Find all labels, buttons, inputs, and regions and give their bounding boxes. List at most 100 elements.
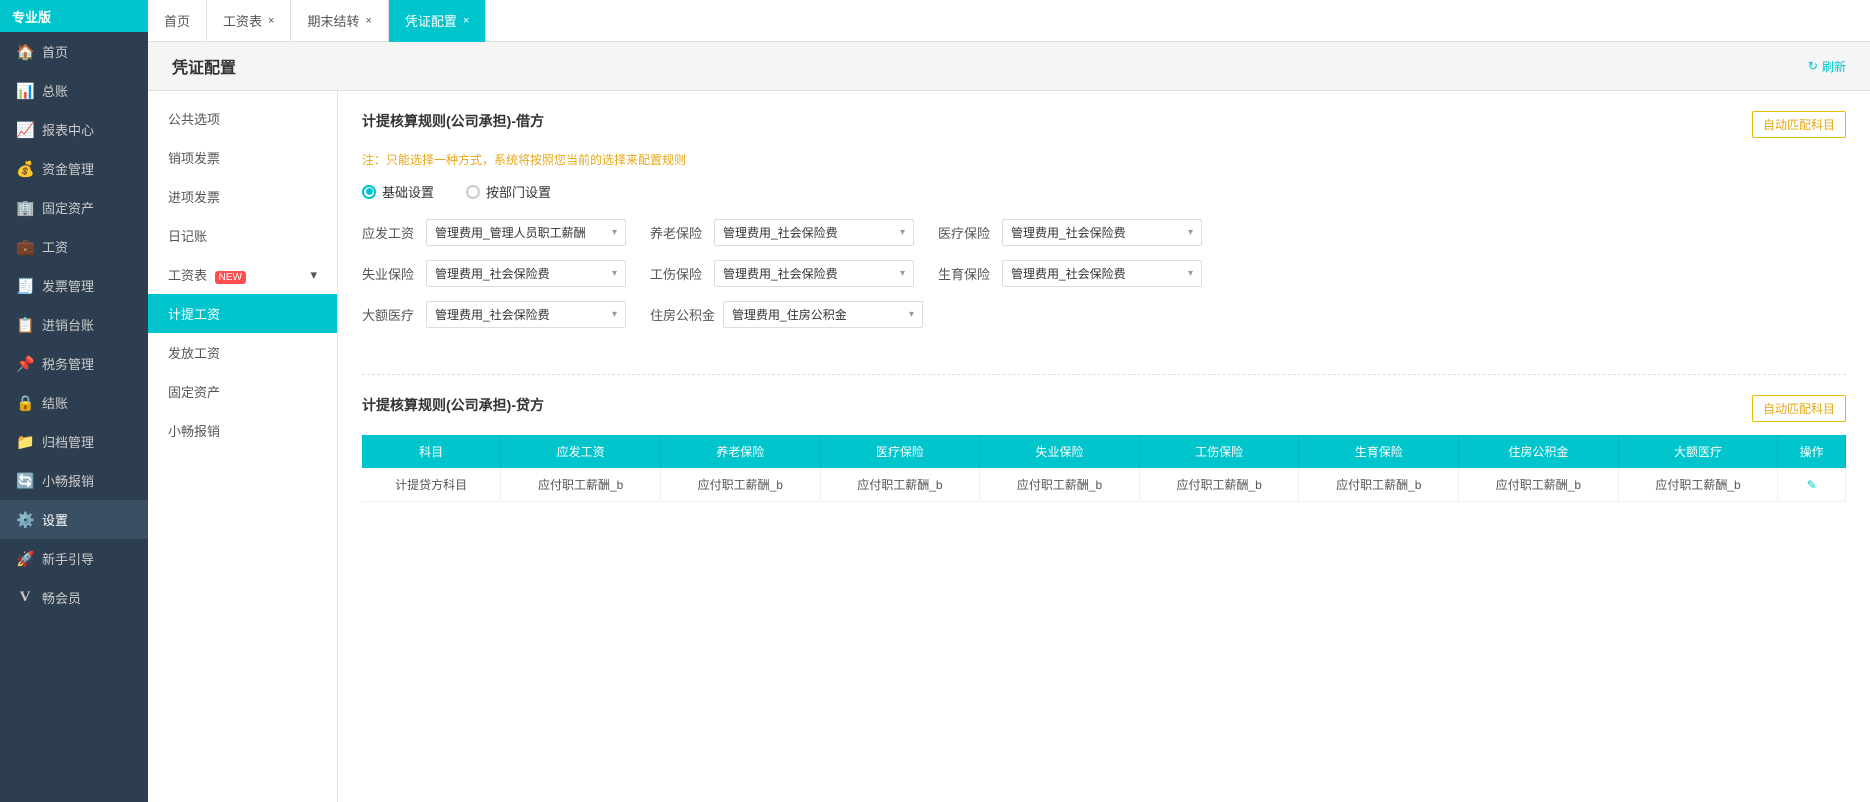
cell-yiliao: 应付职工薪酬_b [820,468,980,502]
form-row-2: 失业保险 管理费用_社会保险费 ▾ 工伤保险 管理费用_社会保险费 ▾ [362,260,1846,287]
label-yiliao: 医疗保险 [938,223,994,242]
left-nav-purchase-invoice[interactable]: 进项发票 [148,177,337,216]
credit-table: 科目 应发工资 养老保险 医疗保险 失业保险 工伤保险 生育保险 住房公积金 大… [362,435,1846,502]
chevron-icon: ▾ [1188,227,1193,238]
tab-payroll[interactable]: 工资表 × [207,0,291,42]
sidebar-item-settings[interactable]: ⚙️ 设置 [0,500,148,539]
label-dale: 大额医疗 [362,305,418,324]
col-header-dale: 大额医疗 [1618,435,1778,468]
chevron-icon: ▾ [900,268,905,279]
close-period-icon: 🔒 [16,394,34,412]
sidebar-item-archive[interactable]: 📁 归档管理 [0,422,148,461]
trade-icon: 📋 [16,316,34,334]
sidebar: 专业版 🏠 首页 📊 总账 📈 报表中心 💰 资金管理 🏢 固定资产 💼 工资 … [0,0,148,802]
left-nav: 公共选项 销项发票 进项发票 日记账 工资表 NEW ▾ [148,91,338,802]
close-tab-period[interactable]: × [365,15,371,27]
refresh-button[interactable]: ↻ 刷新 [1808,58,1846,75]
edit-icon[interactable]: ✎ [1807,478,1817,492]
chevron-down-icon: ▾ [310,267,317,283]
select-shiye[interactable]: 管理费用_社会保险费 ▾ [426,260,626,287]
reports-icon: 📈 [16,121,34,139]
close-tab-voucher[interactable]: × [463,15,469,27]
label-zhufang: 住房公积金 [650,305,715,324]
col-header-action: 操作 [1778,435,1846,468]
sidebar-item-guide[interactable]: 🚀 新手引导 [0,539,148,578]
sidebar-item-tax[interactable]: 📌 税务管理 [0,344,148,383]
field-shiye: 失业保险 管理费用_社会保险费 ▾ [362,260,626,287]
chevron-icon: ▾ [612,309,617,320]
sidebar-item-member[interactable]: V 畅会员 [0,578,148,617]
select-gongshang[interactable]: 管理费用_社会保险费 ▾ [714,260,914,287]
cell-action[interactable]: ✎ [1778,468,1846,502]
radio-department-circle[interactable] [466,185,480,199]
col-header-gongshang: 工伤保险 [1139,435,1299,468]
sidebar-item-xiaochange[interactable]: 🔄 小畅报销 [0,461,148,500]
field-yiliao: 医疗保险 管理费用_社会保险费 ▾ [938,219,1202,246]
field-zhufang: 住房公积金 管理费用_住房公积金 ▾ [650,301,923,328]
sidebar-item-reports[interactable]: 📈 报表中心 [0,110,148,149]
sidebar-item-salary[interactable]: 💼 工资 [0,227,148,266]
left-nav-payroll-table[interactable]: 工资表 NEW ▾ [148,255,337,294]
col-header-shengyu: 生育保险 [1299,435,1459,468]
field-dale: 大额医疗 管理费用_社会保险费 ▾ [362,301,626,328]
sidebar-item-assets[interactable]: 🏢 固定资产 [0,188,148,227]
col-header-zhufang: 住房公积金 [1459,435,1619,468]
col-header-shiye: 失业保险 [980,435,1140,468]
field-yanglao: 养老保险 管理费用_社会保险费 ▾ [650,219,914,246]
cell-gongshang: 应付职工薪酬_b [1139,468,1299,502]
tab-home[interactable]: 首页 [148,0,207,42]
select-dale[interactable]: 管理费用_社会保险费 ▾ [426,301,626,328]
field-gongshang: 工伤保险 管理费用_社会保险费 ▾ [650,260,914,287]
page-title: 凭证配置 [172,54,236,78]
left-nav-fixed-assets[interactable]: 固定资产 [148,372,337,411]
sidebar-item-funds[interactable]: 💰 资金管理 [0,149,148,188]
select-yiliao[interactable]: 管理费用_社会保险费 ▾ [1002,219,1202,246]
new-badge: NEW [215,271,246,284]
radio-basic-circle[interactable] [362,185,376,199]
tab-voucher[interactable]: 凭证配置 × [389,0,486,42]
settings-icon: ⚙️ [16,511,34,529]
sidebar-item-ledger[interactable]: 📊 总账 [0,71,148,110]
cell-yanglao: 应付职工薪酬_b [660,468,820,502]
radio-group: 基础设置 按部门设置 [362,182,1846,201]
form-row-1: 应发工资 管理费用_管理人员职工薪酬 ▾ 养老保险 管理费用_社会保险费 ▾ [362,219,1846,246]
sidebar-item-home[interactable]: 🏠 首页 [0,32,148,71]
select-zhufang[interactable]: 管理费用_住房公积金 ▾ [723,301,923,328]
auto-match-credit-button[interactable]: 自动匹配科目 [1752,395,1846,422]
ledger-icon: 📊 [16,82,34,100]
select-yanglao[interactable]: 管理费用_社会保险费 ▾ [714,219,914,246]
right-content: 自动匹配科目 计提核算规则(公司承担)-借方 注：只能选择一种方式，系统将按照您… [338,91,1870,802]
chevron-icon: ▾ [612,227,617,238]
select-yingfa[interactable]: 管理费用_管理人员职工薪酬 ▾ [426,219,626,246]
label-shengyu: 生育保险 [938,264,994,283]
chevron-icon: ▾ [1188,268,1193,279]
salary-icon: 💼 [16,238,34,256]
radio-basic[interactable]: 基础设置 [362,182,434,201]
cell-shengyu: 应付职工薪酬_b [1299,468,1459,502]
xiaochange-icon: 🔄 [16,472,34,490]
left-nav-journal[interactable]: 日记账 [148,216,337,255]
table-row: 计提贷方科目 应付职工薪酬_b 应付职工薪酬_b 应付职工薪酬_b 应付职工薪酬… [362,468,1846,502]
select-shengyu[interactable]: 管理费用_社会保险费 ▾ [1002,260,1202,287]
sidebar-item-trade[interactable]: 📋 进销台账 [0,305,148,344]
left-nav-sales-invoice[interactable]: 销项发票 [148,138,337,177]
assets-icon: 🏢 [16,199,34,217]
radio-department[interactable]: 按部门设置 [466,182,551,201]
sidebar-item-invoice[interactable]: 🧾 发票管理 [0,266,148,305]
section-debit: 自动匹配科目 计提核算规则(公司承担)-借方 注：只能选择一种方式，系统将按照您… [362,111,1846,342]
left-nav-calc-salary[interactable]: 计提工资 [148,294,337,333]
left-nav-public[interactable]: 公共选项 [148,99,337,138]
field-yingfa-gongzi: 应发工资 管理费用_管理人员职工薪酬 ▾ [362,219,626,246]
topbar: 首页 工资表 × 期末结转 × 凭证配置 × [148,0,1870,42]
left-nav-expense[interactable]: 小畅报销 [148,411,337,450]
sidebar-item-close[interactable]: 🔒 结账 [0,383,148,422]
section2-title: 计提核算规则(公司承担)-贷方 [362,395,1846,423]
section-credit: 自动匹配科目 计提核算规则(公司承担)-贷方 科目 应发工资 养老保险 医疗保险… [362,395,1846,502]
funds-icon: 💰 [16,160,34,178]
left-nav-pay-salary[interactable]: 发放工资 [148,333,337,372]
table-header-row: 科目 应发工资 养老保险 医疗保险 失业保险 工伤保险 生育保险 住房公积金 大… [362,435,1846,468]
tab-period[interactable]: 期末结转 × [291,0,388,42]
close-tab-payroll[interactable]: × [268,15,274,27]
auto-match-debit-button[interactable]: 自动匹配科目 [1752,111,1846,138]
section-divider [362,374,1846,375]
